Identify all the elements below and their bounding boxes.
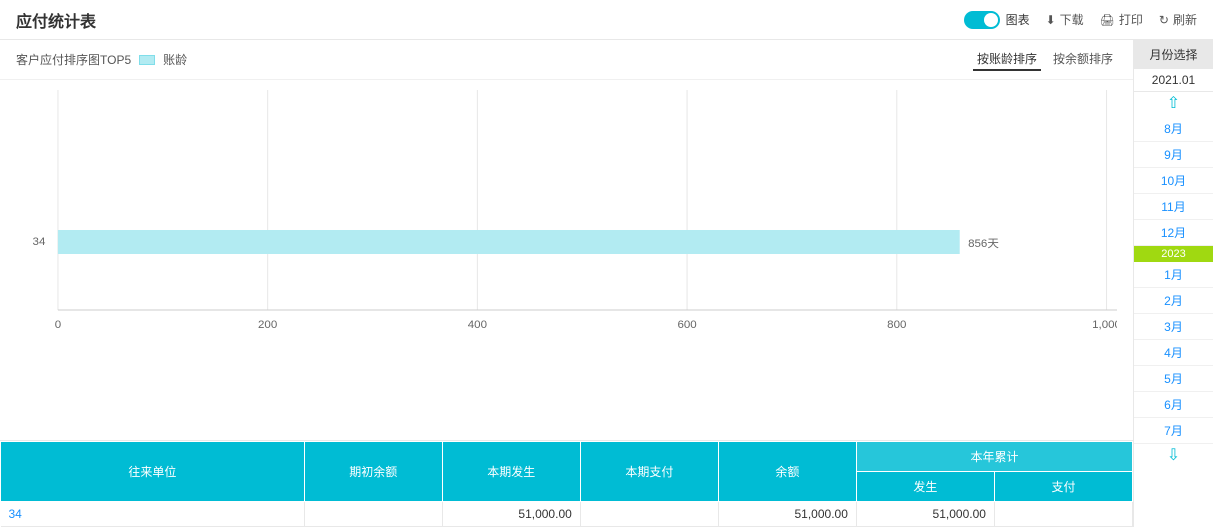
th-current-occurrence: 本期发生 (442, 442, 580, 502)
scroll-down-button[interactable]: ⇩ (1134, 444, 1213, 468)
data-table: 往来单位 期初余额 本期发生 本期支付 余额 本年累计 发生 支付 (0, 441, 1133, 527)
svg-text:600: 600 (677, 319, 696, 331)
table-section: 往来单位 期初余额 本期发生 本期支付 余额 本年累计 发生 支付 (0, 440, 1133, 527)
svg-text:400: 400 (468, 319, 487, 331)
th-current-payment: 本期支付 (580, 442, 718, 502)
scroll-up-button[interactable]: ⇧ (1134, 92, 1213, 116)
chart-toggle-label: 图表 (1006, 11, 1030, 28)
cell-unit: 34 (1, 502, 305, 527)
chevron-down-icon: ⇩ (1167, 448, 1180, 464)
cell-current-occurrence: 51,000.00 (442, 502, 580, 527)
print-icon: 🖨 (1100, 13, 1115, 27)
cell-balance: 51,000.00 (718, 502, 856, 527)
month-item-10[interactable]: 10月 (1134, 168, 1213, 194)
month-item-1[interactable]: 1月 (1134, 262, 1213, 288)
chart-section: 客户应付排序图TOP5 账龄 按账龄排序 按余额排序 (0, 40, 1133, 527)
svg-text:34: 34 (33, 236, 46, 248)
download-button[interactable]: ⬇ 下载 (1046, 11, 1084, 28)
month-item-8[interactable]: 8月 (1134, 116, 1213, 142)
month-item-7[interactable]: 7月 (1134, 418, 1213, 444)
cell-current-payment (580, 502, 718, 527)
header: 应付统计表 图表 ⬇ 下载 🖨 打印 ↻ 刷新 (0, 0, 1213, 40)
svg-text:1,000: 1,000 (1092, 319, 1117, 331)
chart-legend: 客户应付排序图TOP5 账龄 (16, 51, 187, 68)
refresh-button[interactable]: ↻ 刷新 (1159, 11, 1197, 28)
chart-body: 34 856天 0 200 400 600 800 1,000 (0, 80, 1133, 440)
sidebar-header: 月份选择 (1134, 40, 1213, 69)
svg-text:200: 200 (258, 319, 277, 331)
sort-by-balance-btn[interactable]: 按账龄排序 (973, 48, 1041, 71)
month-item-6[interactable]: 6月 (1134, 392, 1213, 418)
sort-by-amount-btn[interactable]: 按余额排序 (1049, 48, 1117, 71)
cell-ytd-payment (994, 502, 1132, 527)
th-ytd-occurrence: 发生 (856, 472, 994, 502)
print-label: 打印 (1119, 11, 1143, 28)
chart-header: 客户应付排序图TOP5 账龄 按账龄排序 按余额排序 (0, 40, 1133, 80)
th-ytd-payment: 支付 (994, 472, 1132, 502)
chevron-up-icon: ⇧ (1167, 96, 1180, 112)
header-actions: 图表 ⬇ 下载 🖨 打印 ↻ 刷新 (964, 11, 1197, 29)
th-ytd-group: 本年累计 (856, 442, 1132, 472)
th-opening-balance: 期初余额 (304, 442, 442, 502)
svg-text:800: 800 (887, 319, 906, 331)
month-item-3[interactable]: 3月 (1134, 314, 1213, 340)
refresh-icon: ↻ (1159, 13, 1169, 27)
month-item-9[interactable]: 9月 (1134, 142, 1213, 168)
year-input[interactable] (1134, 69, 1213, 92)
chart-legend-box-label: 账龄 (163, 51, 187, 68)
month-item-4[interactable]: 4月 (1134, 340, 1213, 366)
month-item-12[interactable]: 12月 (1134, 220, 1213, 246)
right-sidebar: 月份选择 ⇧ 8月 9月 10月 11月 12月 2023 1月 2月 3月 4… (1133, 40, 1213, 527)
unit-link[interactable]: 34 (9, 507, 22, 521)
download-label: 下载 (1060, 11, 1084, 28)
th-balance: 余额 (718, 442, 856, 502)
chart-toggle[interactable] (964, 11, 1000, 29)
download-icon: ⬇ (1046, 13, 1056, 27)
print-button[interactable]: 🖨 打印 (1100, 11, 1143, 28)
cell-opening-balance (304, 502, 442, 527)
refresh-label: 刷新 (1173, 11, 1197, 28)
month-item-5[interactable]: 5月 (1134, 366, 1213, 392)
svg-text:0: 0 (55, 319, 61, 331)
cell-ytd-occurrence: 51,000.00 (856, 502, 994, 527)
chart-sort-buttons: 按账龄排序 按余额排序 (973, 48, 1117, 71)
legend-box (139, 55, 155, 65)
chart-legend-label: 客户应付排序图TOP5 (16, 51, 131, 68)
svg-text:856天: 856天 (968, 238, 999, 250)
chart-toggle-container: 图表 (964, 11, 1030, 29)
year-marker[interactable]: 2023 (1134, 246, 1213, 262)
chart-area: 34 856天 0 200 400 600 800 1,000 (16, 90, 1117, 370)
main-content: 客户应付排序图TOP5 账龄 按账龄排序 按余额排序 (0, 40, 1213, 527)
th-incoming-unit: 往来单位 (1, 442, 305, 502)
bar-chart-svg: 34 856天 0 200 400 600 800 1,000 (16, 90, 1117, 350)
month-item-2[interactable]: 2月 (1134, 288, 1213, 314)
page-title: 应付统计表 (16, 8, 96, 32)
month-item-11[interactable]: 11月 (1134, 194, 1213, 220)
table-wrapper: 往来单位 期初余额 本期发生 本期支付 余额 本年累计 发生 支付 (0, 441, 1133, 527)
table-row: 34 51,000.00 51,000.00 51,000.00 (1, 502, 1133, 527)
